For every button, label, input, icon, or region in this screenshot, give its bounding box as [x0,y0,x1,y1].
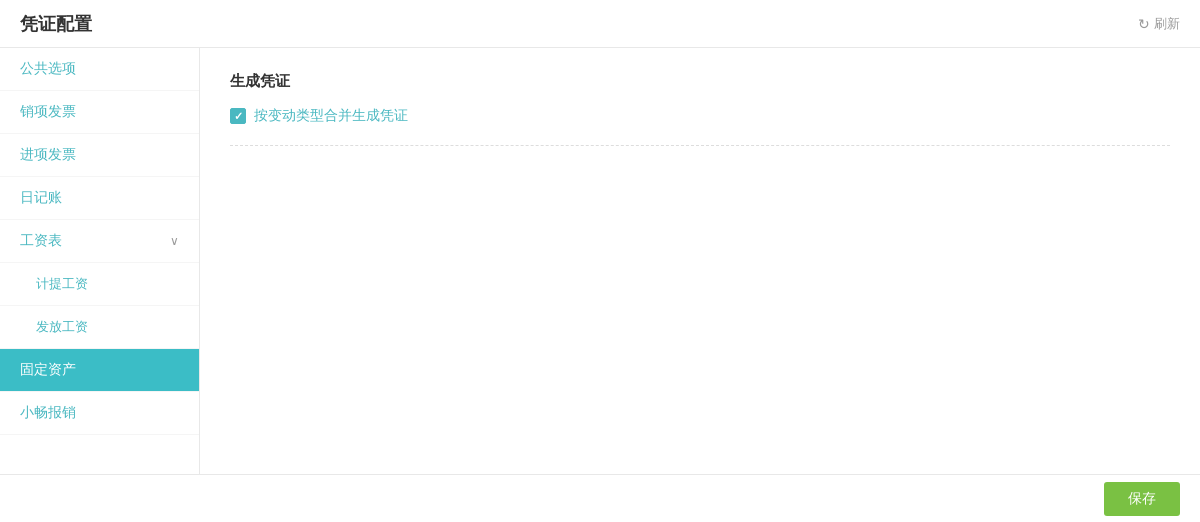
sidebar-item-pay-salary[interactable]: 发放工资 [0,306,199,349]
save-button[interactable]: 保存 [1104,482,1180,516]
sidebar-item-journal[interactable]: 日记账 [0,177,199,220]
sidebar-item-label: 发放工资 [36,318,88,336]
footer: 保存 [0,474,1200,522]
refresh-icon: ↻ [1138,16,1150,32]
main-container: 公共选项销项发票进项发票日记账工资表 ∨ 计提工资发放工资固定资产小畅报销 生成凭证… [0,48,1200,474]
sidebar-item-public[interactable]: 公共选项 [0,48,199,91]
chevron-down-icon: ∨ [170,234,179,248]
refresh-label: 刷新 [1154,15,1180,33]
sidebar-item-label: 小畅报销 [20,404,76,422]
page-title: 凭证配置 [20,12,92,36]
section-title: 生成凭证 [230,72,1170,91]
sidebar-item-commission[interactable]: 计提工资 [0,263,199,306]
sidebar-item-label: 固定资产 [20,361,76,379]
section-divider [230,145,1170,146]
content-area: 生成凭证 按变动类型合并生成凭证 [200,48,1200,474]
sidebar-item-label: 公共选项 [20,60,76,78]
sidebar-item-label: 工资表 [20,232,62,250]
sidebar-item-sales-invoice[interactable]: 销项发票 [0,91,199,134]
checkbox-label: 按变动类型合并生成凭证 [254,107,408,125]
sidebar-item-purchase-invoice[interactable]: 进项发票 [0,134,199,177]
checkbox-row: 按变动类型合并生成凭证 [230,107,1170,125]
sidebar-item-label: 销项发票 [20,103,76,121]
merge-by-type-checkbox[interactable] [230,108,246,124]
header: 凭证配置 ↻ 刷新 [0,0,1200,48]
refresh-button[interactable]: ↻ 刷新 [1138,15,1180,33]
sidebar-item-label: 计提工资 [36,275,88,293]
sidebar-item-label: 日记账 [20,189,62,207]
sidebar: 公共选项销项发票进项发票日记账工资表 ∨ 计提工资发放工资固定资产小畅报销 [0,48,200,474]
sidebar-item-expense-report[interactable]: 小畅报销 [0,392,199,435]
sidebar-item-payroll-table[interactable]: 工资表 ∨ [0,220,199,263]
sidebar-item-fixed-assets[interactable]: 固定资产 [0,349,199,392]
sidebar-item-label: 进项发票 [20,146,76,164]
